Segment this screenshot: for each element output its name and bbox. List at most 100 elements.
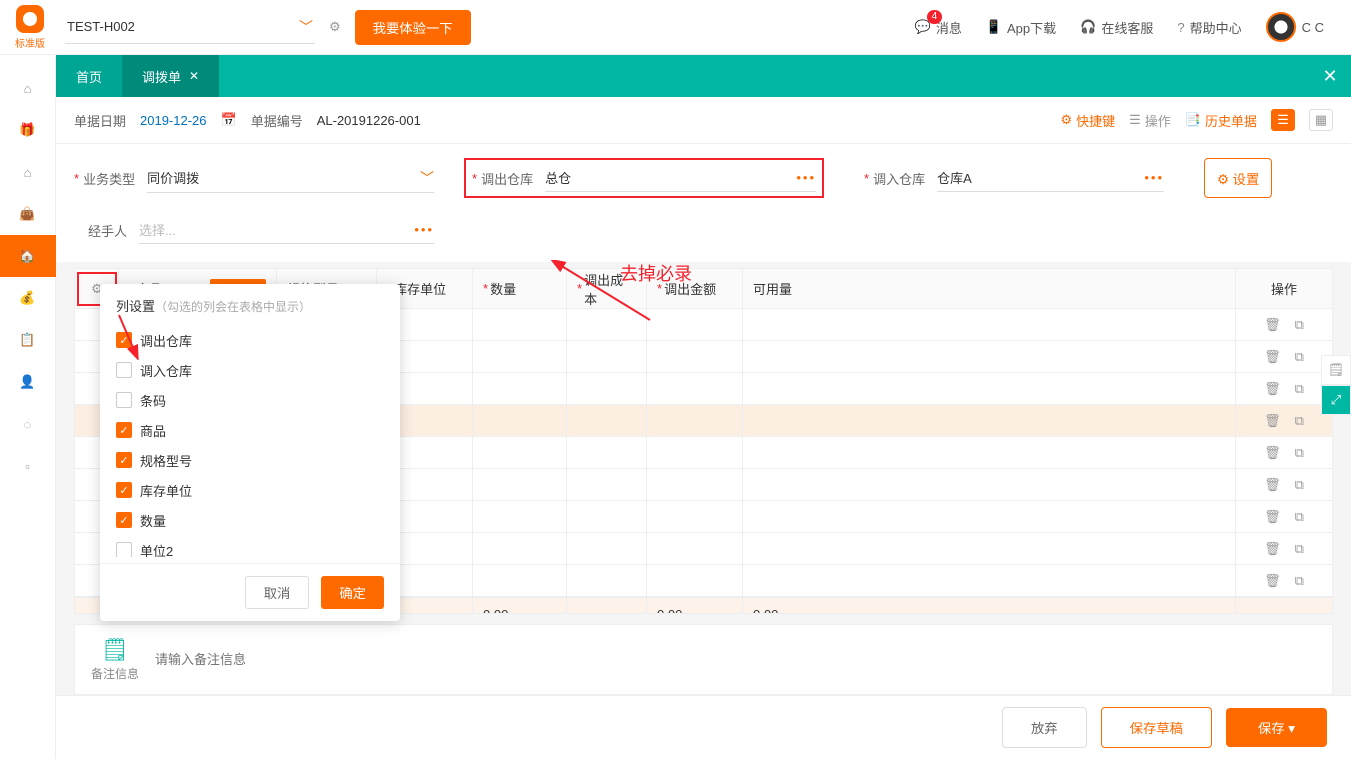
more-icon[interactable]: •••: [414, 222, 434, 237]
remark-input[interactable]: [155, 652, 1316, 667]
biz-type-field[interactable]: *业务类型 同价调拨﹀: [74, 158, 434, 198]
cancel-button[interactable]: 取消: [245, 576, 310, 609]
tab-bar: 首页 调拨单 ✕ ✕: [56, 55, 1351, 97]
messages-badge: 4: [927, 10, 943, 24]
copy-icon[interactable]: ⧉: [1295, 445, 1304, 461]
operation-link[interactable]: ☰操作: [1129, 111, 1171, 130]
chevron-down-icon: ﹀: [420, 168, 434, 188]
checkbox-icon: [116, 362, 132, 378]
delete-icon[interactable]: 🗑: [1264, 349, 1281, 365]
nav-house-icon[interactable]: ⌂: [0, 151, 56, 193]
column-option[interactable]: 条码: [116, 385, 384, 415]
col-amount: *调出金额: [647, 269, 743, 308]
nav-misc-icon[interactable]: ▫: [0, 445, 56, 487]
col-avail: 可用量: [743, 269, 1236, 308]
nav-gift-icon[interactable]: 🎁: [0, 109, 56, 151]
org-select[interactable]: TEST-H002 ﹀: [65, 11, 315, 44]
checkbox-icon: ✓: [116, 512, 132, 528]
nav-home-icon[interactable]: ⌂: [0, 67, 56, 109]
logo-edition-label: 标准版: [15, 35, 45, 50]
discard-button[interactable]: 放弃: [1002, 707, 1087, 748]
copy-icon[interactable]: ⧉: [1295, 573, 1304, 589]
copy-icon[interactable]: ⧉: [1295, 317, 1304, 333]
help-link[interactable]: ? 帮助中心: [1177, 18, 1241, 37]
delete-icon[interactable]: 🗑: [1264, 317, 1281, 333]
shortcut-link[interactable]: ⚙快捷键: [1060, 111, 1115, 130]
checkbox-icon: [116, 542, 132, 557]
save-draft-button[interactable]: 保存草稿: [1101, 707, 1212, 748]
view-list-icon[interactable]: ☰: [1271, 109, 1295, 131]
copy-icon[interactable]: ⧉: [1295, 509, 1304, 525]
tab-home[interactable]: 首页: [56, 55, 122, 97]
col-cost: *调出成本: [567, 269, 647, 308]
side-note-icon[interactable]: 🗒: [1321, 355, 1351, 385]
close-icon[interactable]: ✕: [189, 69, 199, 83]
nav-clipboard-icon[interactable]: 📋: [0, 319, 56, 361]
delete-icon[interactable]: 🗑: [1264, 445, 1281, 461]
copy-icon[interactable]: ⧉: [1295, 541, 1304, 557]
checkbox-icon: ✓: [116, 332, 132, 348]
column-option[interactable]: ✓调出仓库: [116, 325, 384, 355]
confirm-button[interactable]: 确定: [321, 576, 384, 609]
copy-icon[interactable]: ⧉: [1295, 477, 1304, 493]
remark-section: 🗒 备注信息: [74, 624, 1333, 695]
more-icon[interactable]: •••: [796, 170, 816, 185]
logo[interactable]: 标准版: [15, 5, 45, 50]
checkbox-icon: ✓: [116, 422, 132, 438]
phone-icon: 📱: [986, 19, 1002, 35]
column-option[interactable]: ✓商品: [116, 415, 384, 445]
gear-icon[interactable]: ⚙: [329, 19, 341, 35]
delete-icon[interactable]: 🗑: [1264, 413, 1281, 429]
nav-contact-icon[interactable]: 👤: [0, 361, 56, 403]
view-grid-icon[interactable]: ▦: [1309, 109, 1333, 131]
date-label: 单据日期: [74, 111, 126, 130]
nav-bag-icon[interactable]: 👜: [0, 193, 56, 235]
user-menu[interactable]: C C: [1266, 12, 1324, 42]
delete-icon[interactable]: 🗑: [1264, 477, 1281, 493]
top-bar: 标准版 TEST-H002 ﹀ ⚙ 我要体验一下 💬 消息 4 📱 App下载 …: [0, 0, 1351, 55]
support-link[interactable]: 🎧 在线客服: [1080, 18, 1153, 37]
delete-icon[interactable]: 🗑: [1264, 509, 1281, 525]
delete-icon[interactable]: 🗑: [1264, 573, 1281, 589]
column-option[interactable]: 单位2: [116, 535, 384, 557]
copy-icon[interactable]: ⧉: [1295, 349, 1304, 365]
date-value[interactable]: 2019-12-26: [140, 113, 207, 128]
app-download-link[interactable]: 📱 App下载: [986, 18, 1056, 37]
copy-icon[interactable]: ⧉: [1295, 413, 1304, 429]
nav-warehouse-icon[interactable]: 🏠: [0, 235, 56, 277]
headset-icon: 🎧: [1080, 19, 1096, 35]
help-icon: ?: [1177, 20, 1184, 35]
history-link[interactable]: 📑历史单据: [1185, 111, 1257, 130]
side-expand-icon[interactable]: ⤢: [1321, 385, 1351, 415]
more-icon[interactable]: •••: [1144, 170, 1164, 185]
form-row-1: *业务类型 同价调拨﹀ *调出仓库 总仓••• *调入仓库 仓库A••• ⚙ 设…: [56, 144, 1351, 202]
col-op: 操作: [1236, 269, 1332, 308]
delete-icon[interactable]: 🗑: [1264, 541, 1281, 557]
document-header: 单据日期 2019-12-26 📅 单据编号 AL-20191226-001 ⚙…: [56, 97, 1351, 144]
doc-no-value: AL-20191226-001: [317, 113, 421, 128]
messages-link[interactable]: 💬 消息 4: [915, 18, 962, 37]
calendar-icon[interactable]: 📅: [221, 112, 237, 128]
column-option[interactable]: ✓库存单位: [116, 475, 384, 505]
out-warehouse-field[interactable]: *调出仓库 总仓•••: [464, 158, 824, 198]
column-option[interactable]: ✓数量: [116, 505, 384, 535]
column-option[interactable]: ✓规格型号: [116, 445, 384, 475]
trial-button[interactable]: 我要体验一下: [355, 10, 471, 45]
side-nav: ⌂ 🎁 ⌂ 👜 🏠 💰 📋 👤 ◌ ▫: [0, 55, 56, 759]
checkbox-icon: ✓: [116, 452, 132, 468]
avatar: [1266, 12, 1296, 42]
settings-button[interactable]: ⚙ 设置: [1204, 158, 1272, 198]
in-warehouse-field[interactable]: *调入仓库 仓库A•••: [864, 158, 1164, 198]
copy-icon[interactable]: ⧉: [1295, 381, 1304, 397]
handler-field[interactable]: 经手人 选择...•••: [74, 216, 434, 244]
list-icon: ☰: [1129, 112, 1141, 128]
tab-transfer-order[interactable]: 调拨单 ✕: [122, 55, 219, 97]
checkbox-icon: ✓: [116, 482, 132, 498]
nav-circle-icon[interactable]: ◌: [0, 403, 56, 445]
tab-close-all[interactable]: ✕: [1309, 55, 1351, 97]
delete-icon[interactable]: 🗑: [1264, 381, 1281, 397]
save-button[interactable]: 保存 ▾: [1226, 708, 1327, 747]
nav-money-icon[interactable]: 💰: [0, 277, 56, 319]
column-option[interactable]: 调入仓库: [116, 355, 384, 385]
gear-icon: ⚙: [1060, 112, 1072, 128]
